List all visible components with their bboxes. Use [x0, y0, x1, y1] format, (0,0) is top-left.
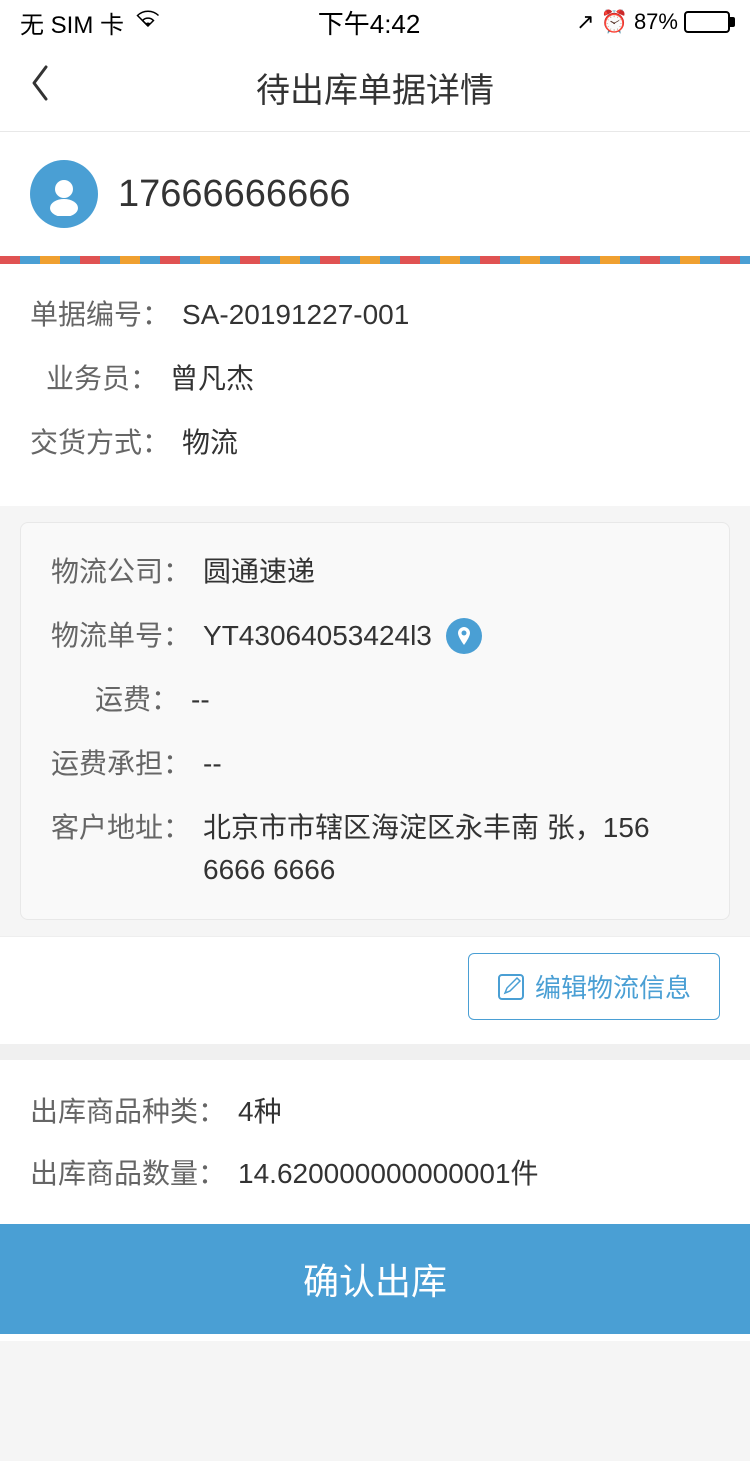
- freight-label: 运费：: [51, 679, 191, 721]
- user-phone: 17666666666: [118, 173, 350, 216]
- staff-value: 曾凡杰: [170, 358, 720, 400]
- status-time: 下午4:42: [318, 4, 421, 41]
- dashed-divider: [0, 256, 750, 264]
- quantity-label: 出库商品数量：: [30, 1152, 238, 1192]
- delivery-row: 交货方式： 物流: [30, 422, 720, 464]
- user-card: 17666666666: [0, 132, 750, 256]
- location-status-icon: ↗: [576, 9, 594, 35]
- battery-percent: 87%: [634, 9, 678, 35]
- types-row: 出库商品种类： 4种: [30, 1090, 720, 1130]
- freight-value: --: [191, 679, 699, 721]
- freight-bear-value: --: [203, 743, 699, 785]
- alarm-icon: ⏰: [601, 9, 628, 35]
- status-right: ↗ ⏰ 87%: [576, 9, 730, 35]
- edit-logistics-button[interactable]: 编辑物流信息: [468, 953, 720, 1020]
- back-button[interactable]: [28, 63, 52, 112]
- tracking-value: YT43064053424l3: [203, 615, 699, 657]
- logistics-company-label: 物流公司：: [51, 551, 203, 593]
- types-value: 4种: [238, 1090, 282, 1130]
- status-carrier: 无 SIM 卡: [20, 5, 162, 40]
- confirm-button[interactable]: 确认出库: [0, 1224, 750, 1334]
- avatar: [30, 160, 98, 228]
- order-info-section: 单据编号： SA-20191227-001 业务员： 曾凡杰 交货方式： 物流: [0, 264, 750, 506]
- freight-row: 运费： --: [51, 679, 699, 721]
- freight-bear-row: 运费承担： --: [51, 743, 699, 785]
- stats-section: 出库商品种类： 4种 出库商品数量： 14.620000000000001件: [0, 1060, 750, 1234]
- wifi-icon: [134, 8, 162, 37]
- edit-logistics-label: 编辑物流信息: [535, 968, 691, 1005]
- staff-row: 业务员： 曾凡杰: [30, 358, 720, 400]
- freight-bear-label: 运费承担：: [51, 743, 203, 785]
- confirm-button-label: 确认出库: [303, 1253, 447, 1305]
- quantity-value: 14.620000000000001件: [238, 1152, 539, 1192]
- section-divider: [0, 1044, 750, 1060]
- order-number-value: SA-20191227-001: [182, 294, 720, 336]
- delivery-value: 物流: [182, 422, 720, 464]
- logistics-company-row: 物流公司： 圆通速递: [51, 551, 699, 593]
- address-row: 客户地址： 北京市市辖区海淀区永丰南 张，156 6666 6666: [51, 807, 699, 891]
- order-number-label: 单据编号：: [30, 294, 182, 336]
- address-label: 客户地址：: [51, 807, 203, 849]
- logistics-card: 物流公司： 圆通速递 物流单号： YT43064053424l3 运费： -- …: [20, 522, 730, 920]
- tracking-location-icon[interactable]: [446, 618, 482, 654]
- tracking-label: 物流单号：: [51, 615, 203, 657]
- staff-label: 业务员：: [30, 358, 170, 400]
- carrier-text: 无 SIM 卡: [20, 5, 124, 40]
- nav-bar: 待出库单据详情: [0, 44, 750, 132]
- quantity-row: 出库商品数量： 14.620000000000001件: [30, 1152, 720, 1192]
- battery-icon: [684, 11, 730, 33]
- logistics-company-value: 圆通速递: [203, 551, 699, 593]
- edit-btn-row: 编辑物流信息: [0, 936, 750, 1044]
- delivery-label: 交货方式：: [30, 422, 182, 464]
- order-number-row: 单据编号： SA-20191227-001: [30, 294, 720, 336]
- tracking-row: 物流单号： YT43064053424l3: [51, 615, 699, 657]
- address-value: 北京市市辖区海淀区永丰南 张，156 6666 6666: [203, 807, 699, 891]
- status-bar: 无 SIM 卡 下午4:42 ↗ ⏰ 87%: [0, 0, 750, 44]
- types-label: 出库商品种类：: [30, 1090, 238, 1130]
- page-title: 待出库单据详情: [256, 63, 494, 112]
